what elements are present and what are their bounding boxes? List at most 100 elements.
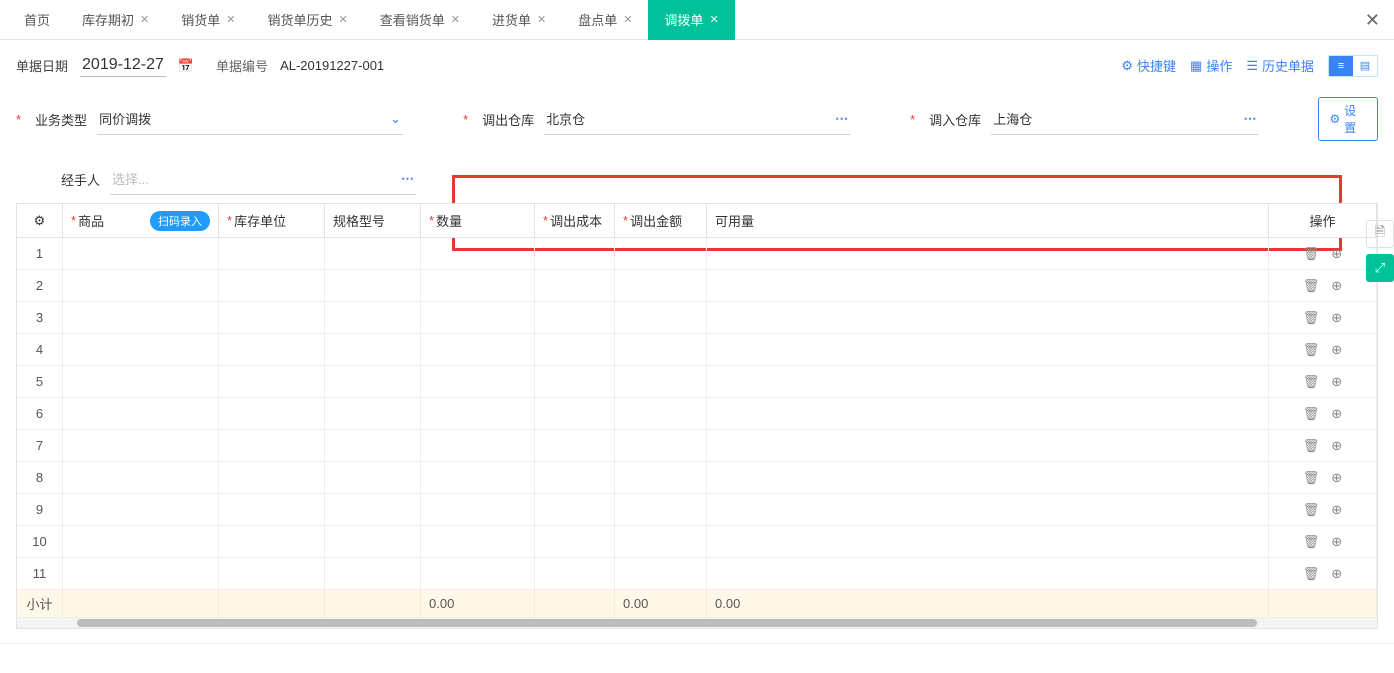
cell-available[interactable] [707,526,1269,557]
cell-amount[interactable] [615,462,707,493]
cell-amount[interactable] [615,270,707,301]
cell-spec[interactable] [325,270,421,301]
cell-spec[interactable] [325,494,421,525]
cell-amount[interactable] [615,334,707,365]
settings-button[interactable]: ⚙设置 [1318,97,1378,141]
cell-spec[interactable] [325,462,421,493]
cell-unit[interactable] [219,462,325,493]
add-icon[interactable]: ⊕ [1331,310,1342,326]
column-settings[interactable]: ⚙ [17,204,63,237]
cell-cost[interactable] [535,398,615,429]
cell-qty[interactable] [421,398,535,429]
cell-product[interactable] [63,430,219,461]
cell-spec[interactable] [325,302,421,333]
cell-spec[interactable] [325,366,421,397]
cell-amount[interactable] [615,366,707,397]
cell-available[interactable] [707,270,1269,301]
cell-product[interactable] [63,494,219,525]
tab-purchase[interactable]: 进货单✕ [476,0,562,40]
cell-amount[interactable] [615,398,707,429]
table-row[interactable]: 6🗑⊕ [17,398,1377,430]
tab-transfer[interactable]: 调拨单✕ [648,0,734,40]
cell-cost[interactable] [535,526,615,557]
cell-spec[interactable] [325,526,421,557]
delete-icon[interactable]: 🗑 [1303,502,1320,518]
tab-sales-doc[interactable]: 销货单✕ [165,0,251,40]
cell-amount[interactable] [615,302,707,333]
tab-sales-history[interactable]: 销货单历史✕ [251,0,363,40]
table-row[interactable]: 4🗑⊕ [17,334,1377,366]
list-view-icon[interactable]: ≡ [1329,56,1353,76]
cell-cost[interactable] [535,494,615,525]
add-icon[interactable]: ⊕ [1331,278,1342,294]
cell-product[interactable] [63,270,219,301]
cell-qty[interactable] [421,430,535,461]
tab-inventory-initial[interactable]: 库存期初✕ [66,0,165,40]
cell-available[interactable] [707,494,1269,525]
cell-unit[interactable] [219,526,325,557]
add-icon[interactable]: ⊕ [1331,566,1342,582]
cell-cost[interactable] [535,366,615,397]
more-icon[interactable]: ⋯ [1243,111,1256,127]
cell-spec[interactable] [325,334,421,365]
cell-available[interactable] [707,334,1269,365]
cell-qty[interactable] [421,238,535,269]
add-icon[interactable]: ⊕ [1331,502,1342,518]
add-icon[interactable]: ⊕ [1331,438,1342,454]
card-view-icon[interactable]: ▤ [1353,56,1377,76]
cell-amount[interactable] [615,430,707,461]
expand-icon[interactable]: ⤢ [1366,254,1394,282]
cell-unit[interactable] [219,270,325,301]
delete-icon[interactable]: 🗑 [1303,278,1320,294]
delete-icon[interactable]: 🗑 [1303,374,1320,390]
cell-available[interactable] [707,302,1269,333]
delete-icon[interactable]: 🗑 [1303,470,1320,486]
delete-icon[interactable]: 🗑 [1303,406,1320,422]
table-row[interactable]: 5🗑⊕ [17,366,1377,398]
biz-type-field[interactable]: * 业务类型 同价调拨⌄ [16,97,403,141]
add-icon[interactable]: ⊕ [1331,406,1342,422]
cell-product[interactable] [63,398,219,429]
cell-unit[interactable] [219,430,325,461]
cell-amount[interactable] [615,558,707,589]
tab-view-sales[interactable]: 查看销货单✕ [364,0,476,40]
cell-product[interactable] [63,334,219,365]
table-row[interactable]: 2🗑⊕ [17,270,1377,302]
cell-product[interactable] [63,526,219,557]
cell-cost[interactable] [535,302,615,333]
delete-icon[interactable]: 🗑 [1303,534,1320,550]
cell-cost[interactable] [535,462,615,493]
cell-product[interactable] [63,366,219,397]
cell-qty[interactable] [421,302,535,333]
cell-spec[interactable] [325,398,421,429]
cell-unit[interactable] [219,558,325,589]
cell-cost[interactable] [535,238,615,269]
table-row[interactable]: 7🗑⊕ [17,430,1377,462]
cell-cost[interactable] [535,334,615,365]
history-link[interactable]: ☰历史单据 [1246,56,1314,75]
more-icon[interactable]: ⋯ [835,111,848,127]
more-icon[interactable]: ⋯ [401,171,414,187]
table-row[interactable]: 8🗑⊕ [17,462,1377,494]
add-icon[interactable]: ⊕ [1331,374,1342,390]
cell-amount[interactable] [615,494,707,525]
table-row[interactable]: 11🗑⊕ [17,558,1377,590]
close-icon[interactable]: ✕ [623,13,632,26]
cell-product[interactable] [63,238,219,269]
cell-spec[interactable] [325,558,421,589]
cell-available[interactable] [707,398,1269,429]
cell-product[interactable] [63,558,219,589]
close-icon[interactable]: ✕ [339,13,348,26]
close-icon[interactable]: ✕ [709,13,718,26]
cell-available[interactable] [707,462,1269,493]
cell-available[interactable] [707,366,1269,397]
table-row[interactable]: 3🗑⊕ [17,302,1377,334]
delete-icon[interactable]: 🗑 [1303,246,1320,262]
note-icon[interactable]: 🗎 [1366,220,1394,248]
cell-qty[interactable] [421,366,535,397]
cell-unit[interactable] [219,366,325,397]
close-icon[interactable]: ✕ [140,13,149,26]
handler-field[interactable]: 经手人 选择...⋯ [16,163,416,195]
cell-qty[interactable] [421,462,535,493]
table-row[interactable]: 9🗑⊕ [17,494,1377,526]
